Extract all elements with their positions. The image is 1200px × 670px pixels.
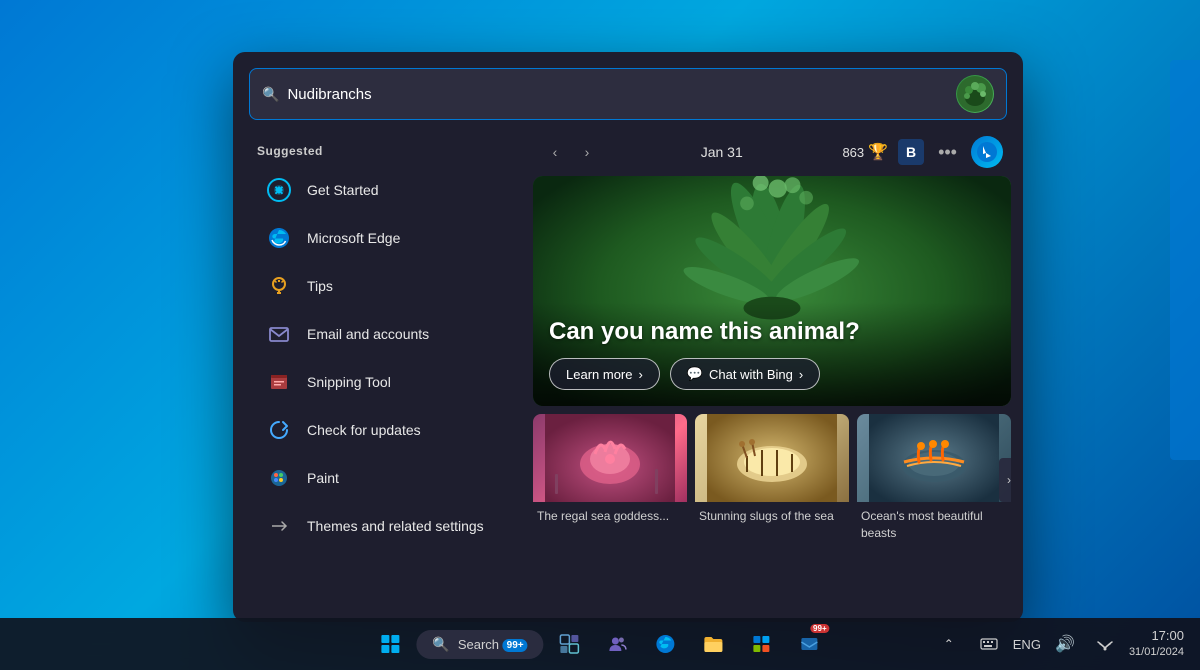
sidebar-item-tips[interactable]: Tips — [241, 262, 525, 310]
thumb2-caption: Stunning slugs of the sea — [695, 502, 849, 529]
sidebar-item-label-updates: Check for updates — [307, 422, 421, 438]
start-button[interactable] — [368, 622, 412, 666]
taskbar-search-label: Search 99+ — [458, 637, 528, 652]
suggested-label: Suggested — [233, 140, 533, 166]
taskbar: 🔍 Search 99+ — [0, 618, 1200, 670]
teams-button[interactable] — [596, 622, 640, 666]
email-icon — [265, 320, 293, 348]
taskbar-clock[interactable]: 17:00 31/01/2024 — [1129, 628, 1184, 659]
taskbar-center: 🔍 Search 99+ — [368, 622, 831, 666]
learn-more-label: Learn more — [566, 367, 632, 382]
sidebar-item-label-snipping: Snipping Tool — [307, 374, 391, 390]
ms365-button[interactable] — [740, 622, 784, 666]
thumb3-image — [857, 414, 1011, 502]
b-button[interactable]: B — [898, 139, 924, 165]
get-started-icon: ✕ — [265, 176, 293, 204]
next-button[interactable]: › — [573, 138, 601, 166]
points-value: 863 — [842, 145, 864, 160]
top-bar-actions: 863 🏆 B ••• — [842, 136, 1003, 168]
points-badge: 863 🏆 — [842, 142, 888, 162]
learn-more-chevron: › — [638, 367, 642, 382]
chat-chevron: › — [799, 367, 803, 382]
chat-bing-button[interactable]: 💬 Chat with Bing › — [670, 358, 820, 390]
tips-icon — [265, 272, 293, 300]
sidebar-item-snipping[interactable]: Snipping Tool — [241, 358, 525, 406]
search-panel: 🔍 Nudibranchs Suggested — [233, 52, 1023, 622]
thumb2-image — [695, 414, 849, 502]
thumb1-caption: The regal sea goddess... — [533, 502, 687, 529]
sidebar-item-label-edge: Microsoft Edge — [307, 230, 400, 246]
search-bar[interactable]: 🔍 Nudibranchs — [249, 68, 1007, 120]
taskbar-search-button[interactable]: 🔍 Search 99+ — [416, 630, 543, 659]
sidebar-item-label-tips: Tips — [307, 278, 333, 294]
thumbnails-row: The regal sea goddess... — [533, 414, 1011, 622]
learn-more-button[interactable]: Learn more › — [549, 358, 660, 390]
snipping-icon — [265, 368, 293, 396]
trophy-icon: 🏆 — [868, 142, 888, 162]
hero-title: Can you name this animal? — [549, 318, 995, 346]
news-badge: 99+ — [810, 624, 830, 633]
right-panel — [1170, 60, 1200, 460]
sidebar-item-label-get-started: Get Started — [307, 182, 379, 198]
taskbar-keyboard-icon[interactable] — [973, 628, 1005, 660]
notification-chevron[interactable]: ⌃ — [933, 628, 965, 660]
desktop: 🔍 Nudibranchs Suggested — [0, 0, 1200, 670]
more-button[interactable]: ••• — [934, 142, 961, 163]
sidebar-item-updates[interactable]: Check for updates — [241, 406, 525, 454]
eng-label[interactable]: ENG — [1013, 637, 1041, 652]
themes-icon — [265, 512, 293, 540]
chat-bing-label: Chat with Bing — [709, 367, 793, 382]
top-bar: ‹ › Jan 31 863 🏆 B ••• — [533, 132, 1011, 176]
network-icon[interactable] — [1089, 628, 1121, 660]
search-avatar — [956, 75, 994, 113]
hero-image: Can you name this animal? Learn more › 💬… — [533, 176, 1011, 406]
sidebar-item-get-started[interactable]: ✕ Get Started — [241, 166, 525, 214]
time-display: 17:00 — [1129, 628, 1184, 645]
prev-button[interactable]: ‹ — [541, 138, 569, 166]
sidebar: Suggested ✕ Get Started — [233, 132, 533, 622]
file-explorer-button[interactable] — [692, 622, 736, 666]
sidebar-item-email[interactable]: Email and accounts — [241, 310, 525, 358]
badge-value: 99+ — [507, 640, 524, 651]
thumbnail-1[interactable]: The regal sea goddess... — [533, 414, 687, 622]
thumb3-caption: Ocean's most beautiful beasts — [857, 502, 1011, 546]
taskbar-right: ⌃ ENG 🔊 — [933, 628, 1184, 660]
taskbar-search-icon: 🔍 — [432, 636, 449, 653]
search-query[interactable]: Nudibranchs — [287, 86, 948, 103]
sidebar-item-edge[interactable]: Microsoft Edge — [241, 214, 525, 262]
right-content-area: ‹ › Jan 31 863 🏆 B ••• — [533, 132, 1023, 622]
search-badge: 99+ — [503, 639, 528, 652]
edge-taskbar-button[interactable] — [644, 622, 688, 666]
paint-icon — [265, 464, 293, 492]
thumb1-image — [533, 414, 687, 502]
hero-overlay: Can you name this animal? Learn more › 💬… — [533, 302, 1011, 406]
thumbnail-2[interactable]: Stunning slugs of the sea — [695, 414, 849, 622]
widgets-button[interactable] — [548, 622, 592, 666]
sidebar-item-paint[interactable]: Paint — [241, 454, 525, 502]
date-display: 31/01/2024 — [1129, 645, 1184, 659]
nav-arrows: ‹ › — [541, 138, 601, 166]
bing-chat-icon: 💬 — [687, 366, 703, 382]
edge-icon — [265, 224, 293, 252]
volume-icon[interactable]: 🔊 — [1049, 628, 1081, 660]
updates-icon — [265, 416, 293, 444]
date-label: Jan 31 — [701, 144, 743, 160]
news-button[interactable]: 99+ — [788, 622, 832, 666]
sidebar-item-label-themes: Themes and related settings — [307, 518, 484, 534]
search-text-label: Search — [458, 637, 499, 652]
thumbnail-3[interactable]: Ocean's most beautiful beasts › — [857, 414, 1011, 622]
search-icon: 🔍 — [262, 86, 279, 103]
main-content: Suggested ✕ Get Started — [233, 132, 1023, 622]
sidebar-item-label-paint: Paint — [307, 470, 339, 486]
sidebar-item-label-email: Email and accounts — [307, 326, 429, 342]
hero-buttons: Learn more › 💬 Chat with Bing › — [549, 358, 995, 390]
thumbnails-next-button[interactable]: › — [999, 458, 1011, 502]
sidebar-item-themes[interactable]: Themes and related settings — [241, 502, 525, 550]
bing-circle[interactable] — [971, 136, 1003, 168]
